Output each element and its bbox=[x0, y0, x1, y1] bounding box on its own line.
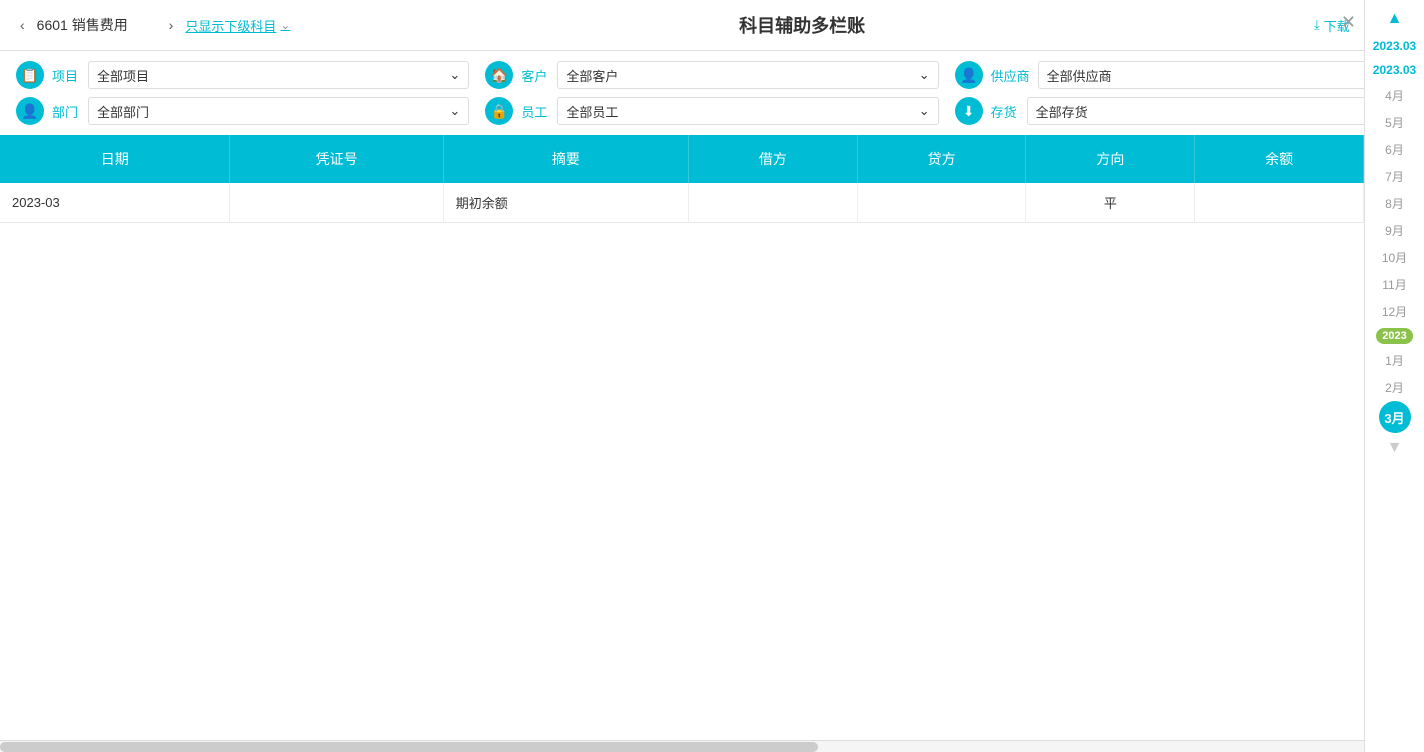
sidebar-scroll-up-button[interactable]: ▲ bbox=[1365, 4, 1424, 34]
supplier-icon: 👤 bbox=[955, 61, 983, 89]
col-credit: 贷方 bbox=[857, 135, 1026, 183]
cell-credit bbox=[857, 183, 1026, 223]
year-badge[interactable]: 2023 bbox=[1376, 328, 1412, 344]
sidebar-item-4[interactable]: 4月 bbox=[1365, 82, 1424, 109]
filter-area: 📋 项目 全部项目 ⌄ 🏠 客户 全部客户 ⌄ 👤 供应商 全部供应商 ⌄ 👤 … bbox=[0, 51, 1424, 135]
ledger-table: 日期 凭证号 摘要 借方 贷方 方向 余额 2023-03 期初余额 平 bbox=[0, 135, 1364, 223]
customer-label: 客户 bbox=[521, 66, 549, 85]
col-debit: 借方 bbox=[688, 135, 857, 183]
sidebar-item-10[interactable]: 10月 bbox=[1365, 244, 1424, 271]
col-direction: 方向 bbox=[1026, 135, 1195, 183]
employee-select[interactable]: 全部员工 ⌄ bbox=[557, 97, 938, 125]
col-voucher: 凭证号 bbox=[230, 135, 443, 183]
department-chevron-icon: ⌄ bbox=[449, 103, 460, 119]
cell-debit bbox=[688, 183, 857, 223]
next-account-button[interactable]: › bbox=[165, 15, 178, 35]
department-select[interactable]: 全部部门 ⌄ bbox=[88, 97, 469, 125]
cell-direction: 平 bbox=[1026, 183, 1195, 223]
employee-icon: 🔒 bbox=[485, 97, 513, 125]
project-select[interactable]: 全部项目 ⌄ bbox=[88, 61, 469, 89]
account-label: 6601 销售费用 bbox=[37, 15, 157, 35]
employee-filter: 🔒 员工 全部员工 ⌄ bbox=[485, 97, 938, 125]
filter-link[interactable]: 只显示下级科目 ⌄ bbox=[185, 16, 290, 35]
customer-chevron-icon: ⌄ bbox=[919, 67, 930, 83]
supplier-filter: 👤 供应商 全部供应商 ⌄ bbox=[955, 61, 1408, 89]
employee-label: 员工 bbox=[521, 102, 549, 121]
download-icon: ⤓ bbox=[1314, 17, 1320, 33]
scroll-thumb[interactable] bbox=[0, 742, 818, 752]
sidebar-item-11[interactable]: 11月 bbox=[1365, 271, 1424, 298]
customer-select[interactable]: 全部客户 ⌄ bbox=[557, 61, 938, 89]
page-title: 科目辅助多栏账 bbox=[298, 12, 1306, 38]
inventory-value: 全部存货 bbox=[1036, 102, 1088, 121]
close-button[interactable]: ✕ bbox=[1341, 12, 1356, 33]
supplier-value: 全部供应商 bbox=[1047, 66, 1112, 85]
employee-chevron-icon: ⌄ bbox=[919, 103, 930, 119]
col-summary: 摘要 bbox=[443, 135, 688, 183]
cell-date: 2023-03 bbox=[0, 183, 230, 223]
project-value: 全部项目 bbox=[97, 66, 149, 85]
main-area: 日期 凭证号 摘要 借方 贷方 方向 余额 2023-03 期初余额 平 bbox=[0, 135, 1424, 739]
sidebar-item-8[interactable]: 8月 bbox=[1365, 190, 1424, 217]
project-chevron-icon: ⌄ bbox=[449, 67, 460, 83]
sidebar-item-9[interactable]: 9月 bbox=[1365, 217, 1424, 244]
department-filter: 👤 部门 全部部门 ⌄ bbox=[16, 97, 469, 125]
customer-icon: 🏠 bbox=[485, 61, 513, 89]
sidebar-item-12[interactable]: 12月 bbox=[1365, 298, 1424, 325]
inventory-select[interactable]: 全部存货 ⌄ bbox=[1027, 97, 1408, 125]
sidebar-item-6[interactable]: 6月 bbox=[1365, 136, 1424, 163]
sidebar-item-2023-03-header2[interactable]: 2023.03 bbox=[1365, 58, 1424, 82]
customer-filter: 🏠 客户 全部客户 ⌄ bbox=[485, 61, 938, 89]
department-label: 部门 bbox=[52, 102, 80, 121]
table-row: 2023-03 期初余额 平 bbox=[0, 183, 1364, 223]
chevron-down-icon: ⌄ bbox=[280, 18, 290, 32]
table-header-row: 日期 凭证号 摘要 借方 贷方 方向 余额 bbox=[0, 135, 1364, 183]
project-label: 项目 bbox=[52, 66, 80, 85]
sidebar-scroll-down-button[interactable]: ▼ bbox=[1365, 433, 1424, 463]
department-value: 全部部门 bbox=[97, 102, 149, 121]
sidebar-item-1[interactable]: 1月 bbox=[1365, 347, 1424, 374]
cell-voucher bbox=[230, 183, 443, 223]
inventory-filter: ⬇ 存货 全部存货 ⌄ bbox=[955, 97, 1408, 125]
cell-summary: 期初余额 bbox=[443, 183, 688, 223]
col-balance: 余额 bbox=[1195, 135, 1364, 183]
inventory-icon: ⬇ bbox=[955, 97, 983, 125]
sidebar-year-row: 2023 bbox=[1365, 325, 1424, 347]
filter-link-text: 只显示下级科目 bbox=[185, 16, 276, 35]
employee-value: 全部员工 bbox=[566, 102, 618, 121]
col-date: 日期 bbox=[0, 135, 230, 183]
department-icon: 👤 bbox=[16, 97, 44, 125]
active-month-indicator[interactable]: 3月 bbox=[1379, 401, 1411, 433]
horizontal-scrollbar[interactable] bbox=[0, 740, 1364, 752]
account-code: 6601 bbox=[37, 17, 68, 33]
supplier-label: 供应商 bbox=[991, 66, 1030, 85]
prev-account-button[interactable]: ‹ bbox=[16, 15, 29, 35]
table-area[interactable]: 日期 凭证号 摘要 借方 贷方 方向 余额 2023-03 期初余额 平 bbox=[0, 135, 1364, 739]
customer-value: 全部客户 bbox=[566, 66, 618, 85]
sidebar-item-5[interactable]: 5月 bbox=[1365, 109, 1424, 136]
project-filter: 📋 项目 全部项目 ⌄ bbox=[16, 61, 469, 89]
sidebar-item-2[interactable]: 2月 bbox=[1365, 374, 1424, 401]
inventory-label: 存货 bbox=[991, 102, 1019, 121]
cell-balance bbox=[1195, 183, 1364, 223]
supplier-select[interactable]: 全部供应商 ⌄ bbox=[1038, 61, 1408, 89]
sidebar-item-2023-03-header[interactable]: 2023.03 bbox=[1365, 34, 1424, 58]
sidebar-item-7[interactable]: 7月 bbox=[1365, 163, 1424, 190]
project-icon: 📋 bbox=[16, 61, 44, 89]
top-bar: ‹ 6601 销售费用 › 只显示下级科目 ⌄ 科目辅助多栏账 ⤓ 下载 🖶 打… bbox=[0, 0, 1424, 51]
account-name: 销售费用 bbox=[72, 17, 128, 33]
sidebar-item-3-active[interactable]: 3月 bbox=[1365, 401, 1424, 433]
right-sidebar: ▲ 2023.03 2023.03 4月 5月 6月 7月 8月 9月 10月 … bbox=[1364, 0, 1424, 752]
